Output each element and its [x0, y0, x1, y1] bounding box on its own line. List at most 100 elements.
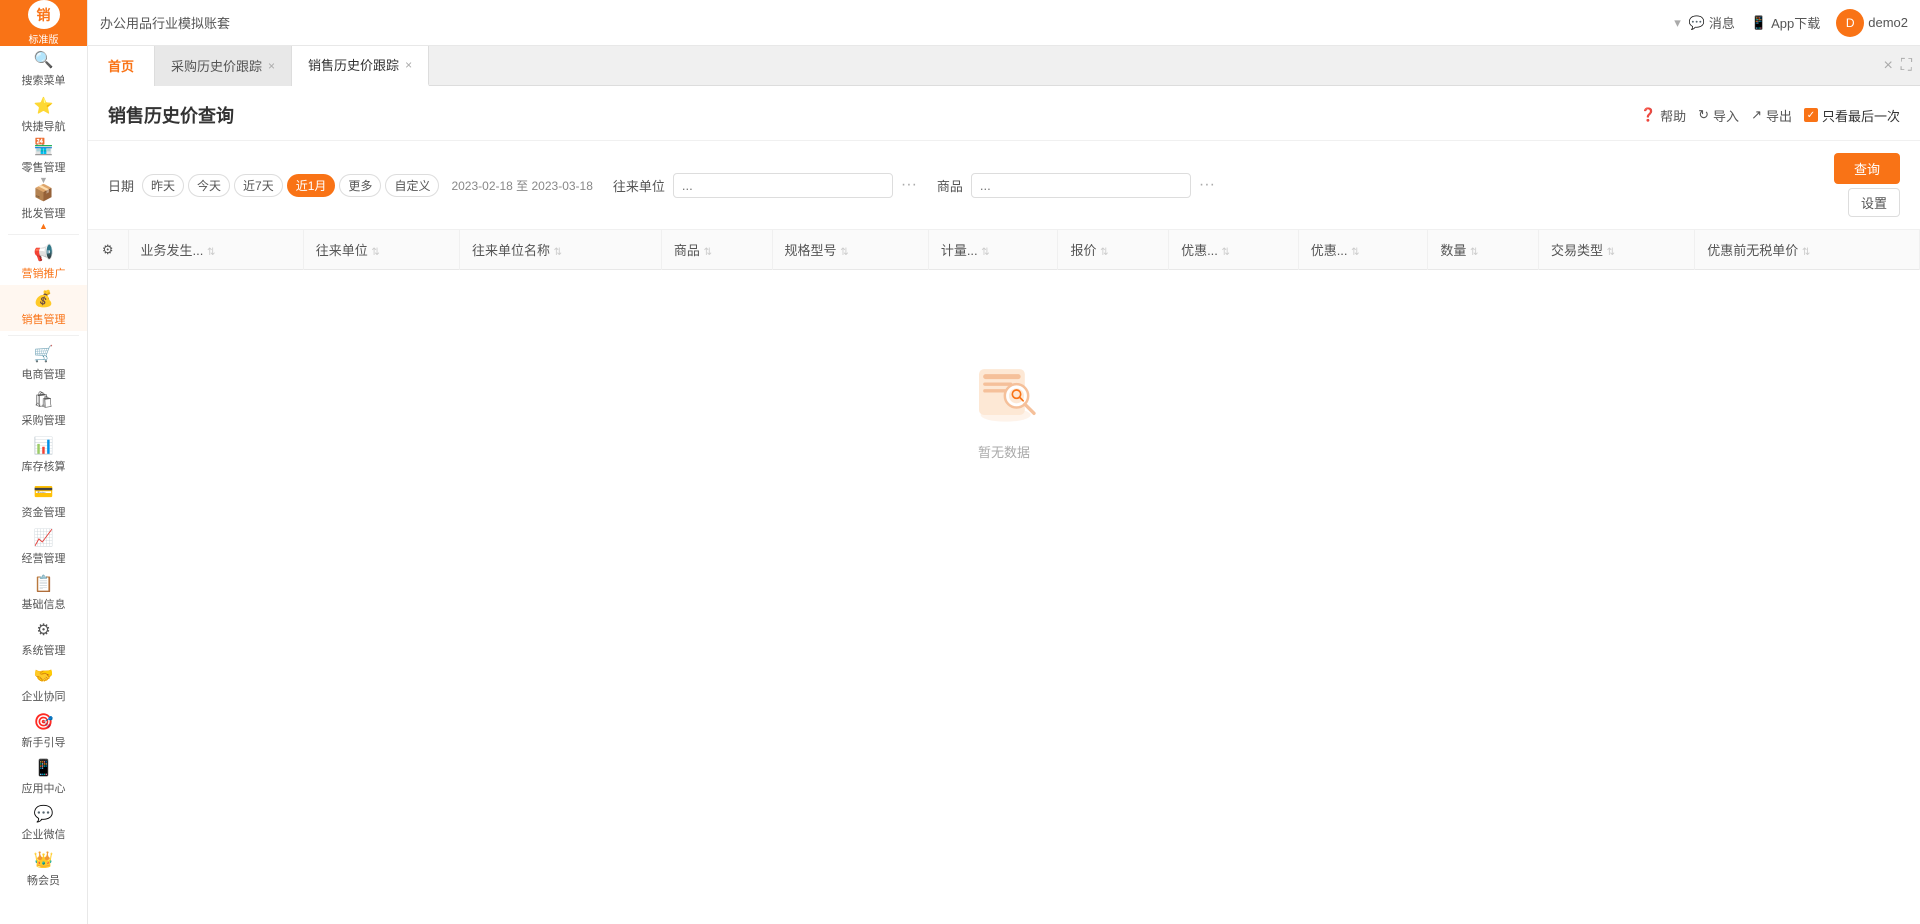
chevron-up-icon: ▲: [39, 221, 48, 231]
empty-state: 暂无数据: [88, 270, 1920, 541]
table-col-discount2[interactable]: 优惠... ⇅: [1298, 230, 1428, 270]
sidebar-item-search[interactable]: 🔍 搜索菜单: [0, 46, 87, 92]
message-icon: 💬: [1689, 15, 1705, 31]
table-col-unit[interactable]: 计量... ⇅: [928, 230, 1058, 270]
table-col-business-date[interactable]: 业务发生... ⇅: [128, 230, 303, 270]
header-title: 办公用品行业模拟账套: [100, 13, 1666, 32]
date-btn-7days[interactable]: 近7天: [234, 174, 283, 197]
sidebar-item-basic-info[interactable]: 📋 基础信息: [0, 570, 87, 616]
sidebar-item-label: 电商管理: [22, 366, 66, 382]
sidebar-item-label: 新手引导: [22, 734, 66, 750]
product-filter-dots[interactable]: ···: [1199, 176, 1215, 194]
sidebar-item-label: 系统管理: [22, 642, 66, 658]
table-col-pretax-price[interactable]: 优惠前无税单价 ⇅: [1695, 230, 1920, 270]
table-col-product[interactable]: 商品 ⇅: [661, 230, 772, 270]
export-icon: ↗: [1751, 107, 1762, 123]
message-label: 消息: [1709, 13, 1735, 32]
sidebar-item-wechat[interactable]: 💬 企业微信: [0, 800, 87, 846]
message-action[interactable]: 💬 消息: [1689, 13, 1735, 32]
main-area: 办公用品行业模拟账套 ▾ 💬 消息 📱 App下载 D demo2 首页: [88, 0, 1920, 924]
sidebar-item-marketing[interactable]: 📢 营销推广: [0, 239, 87, 285]
sidebar-item-sales[interactable]: 💰 销售管理: [0, 285, 87, 331]
sidebar-item-ecommerce[interactable]: 🛒 电商管理: [0, 340, 87, 386]
table-col-spec[interactable]: 规格型号 ⇅: [772, 230, 928, 270]
app-center-icon: 📱: [34, 758, 54, 778]
table-col-partner-code[interactable]: 往来单位 ⇅: [303, 230, 459, 270]
sidebar-item-label: 采购管理: [22, 412, 66, 428]
product-filter-input[interactable]: [971, 173, 1191, 198]
table-col-trade-type[interactable]: 交易类型 ⇅: [1538, 230, 1694, 270]
retail-icon: 🏪: [34, 137, 54, 157]
sidebar-item-operations[interactable]: 📈 经营管理: [0, 524, 87, 570]
divider: [8, 234, 79, 235]
partner-filter-dots[interactable]: ···: [901, 176, 917, 194]
col-discount1-label: 优惠...: [1181, 243, 1218, 258]
app-download-action[interactable]: 📱 App下载: [1751, 13, 1820, 32]
help-icon: ❓: [1640, 107, 1656, 123]
logo-icon: 销: [28, 0, 60, 29]
page-header-actions: ❓ 帮助 ↻ 导入 ↗ 导出 只看最后一次: [1640, 106, 1900, 125]
sort-arrow-icon: ⇅: [207, 247, 215, 258]
tab-sales-history[interactable]: 销售历史价跟踪 ×: [292, 46, 429, 86]
date-filter-group: 日期 昨天 今天 近7天 近1月 更多 自定义 2023-02-18 至 202…: [108, 174, 593, 197]
date-btn-custom[interactable]: 自定义: [385, 174, 439, 197]
table-col-gear[interactable]: ⚙: [88, 230, 128, 270]
star-icon: ⭐: [34, 96, 54, 116]
sidebar-item-collaboration[interactable]: 🤝 企业协同: [0, 662, 87, 708]
sidebar-item-purchase[interactable]: 🛍 采购管理: [0, 386, 87, 432]
operations-icon: 📈: [34, 528, 54, 548]
tab-sales-close[interactable]: ×: [405, 58, 412, 72]
sidebar-item-inventory[interactable]: 📊 库存核算: [0, 432, 87, 478]
sidebar-item-retail[interactable]: 🏪 零售管理 ▼: [0, 138, 87, 184]
partner-filter-label: 往来单位: [613, 176, 665, 195]
sidebar-item-vip[interactable]: 👑 畅会员: [0, 846, 87, 892]
tab-close-all-button[interactable]: ×: [1883, 57, 1892, 75]
marketing-icon: 📢: [34, 243, 54, 263]
col-unit-label: 计量...: [941, 243, 978, 258]
import-action[interactable]: ↻ 导入: [1698, 106, 1739, 125]
export-action[interactable]: ↗ 导出: [1751, 106, 1792, 125]
sort-arrow-icon: ⇅: [1607, 247, 1615, 258]
tab-purchase-history[interactable]: 采购历史价跟踪 ×: [155, 46, 292, 86]
sidebar-item-guide[interactable]: 🎯 新手引导: [0, 708, 87, 754]
sidebar-item-label: 经营管理: [22, 550, 66, 566]
help-action[interactable]: ❓ 帮助: [1640, 106, 1686, 125]
sidebar-item-app-center[interactable]: 📱 应用中心: [0, 754, 87, 800]
partner-filter-input[interactable]: [673, 173, 893, 198]
sidebar-item-shortcuts[interactable]: ⭐ 快捷导航: [0, 92, 87, 138]
table-col-qty[interactable]: 数量 ⇅: [1428, 230, 1539, 270]
sort-arrow-icon: ⇅: [1222, 247, 1230, 258]
header-dropdown-arrow[interactable]: ▾: [1674, 15, 1681, 31]
sidebar-item-label: 销售管理: [22, 311, 66, 327]
vip-icon: 👑: [34, 850, 54, 870]
sidebar-item-system[interactable]: ⚙ 系统管理: [0, 616, 87, 662]
user-profile[interactable]: D demo2: [1836, 9, 1908, 37]
sidebar-item-label: 库存核算: [22, 458, 66, 474]
table-col-quote[interactable]: 报价 ⇅: [1058, 230, 1169, 270]
settings-button[interactable]: 设置: [1848, 188, 1900, 217]
only-last-label: 只看最后一次: [1822, 106, 1900, 125]
query-button[interactable]: 查询: [1834, 153, 1900, 184]
sort-arrow-icon: ⇅: [1802, 247, 1810, 258]
only-last-checkbox[interactable]: 只看最后一次: [1804, 106, 1900, 125]
date-btn-yesterday[interactable]: 昨天: [142, 174, 184, 197]
app-download-label: App下载: [1771, 13, 1820, 32]
sidebar-item-wholesale[interactable]: 📦 批发管理 ▲: [0, 184, 87, 230]
sidebar-item-label: 畅会员: [27, 872, 60, 888]
col-spec-label: 规格型号: [785, 243, 837, 258]
table-col-partner-name[interactable]: 往来单位名称 ⇅: [460, 230, 662, 270]
tab-bar: 首页 采购历史价跟踪 × 销售历史价跟踪 × × ⛶: [88, 46, 1920, 86]
import-label: 导入: [1713, 106, 1739, 125]
tab-purchase-close[interactable]: ×: [268, 59, 275, 73]
tab-fullscreen-button[interactable]: ⛶: [1901, 57, 1912, 75]
col-quote-label: 报价: [1070, 243, 1096, 258]
app-logo[interactable]: 销 标准版: [0, 0, 87, 46]
date-btn-1month[interactable]: 近1月: [287, 174, 336, 197]
sidebar-item-label: 基础信息: [22, 596, 66, 612]
tab-home[interactable]: 首页: [88, 46, 155, 86]
date-btn-more[interactable]: 更多: [339, 174, 381, 197]
date-btn-today[interactable]: 今天: [188, 174, 230, 197]
sidebar-item-finance[interactable]: 💳 资金管理: [0, 478, 87, 524]
col-trade-type-label: 交易类型: [1551, 243, 1603, 258]
table-col-discount1[interactable]: 优惠... ⇅: [1169, 230, 1299, 270]
